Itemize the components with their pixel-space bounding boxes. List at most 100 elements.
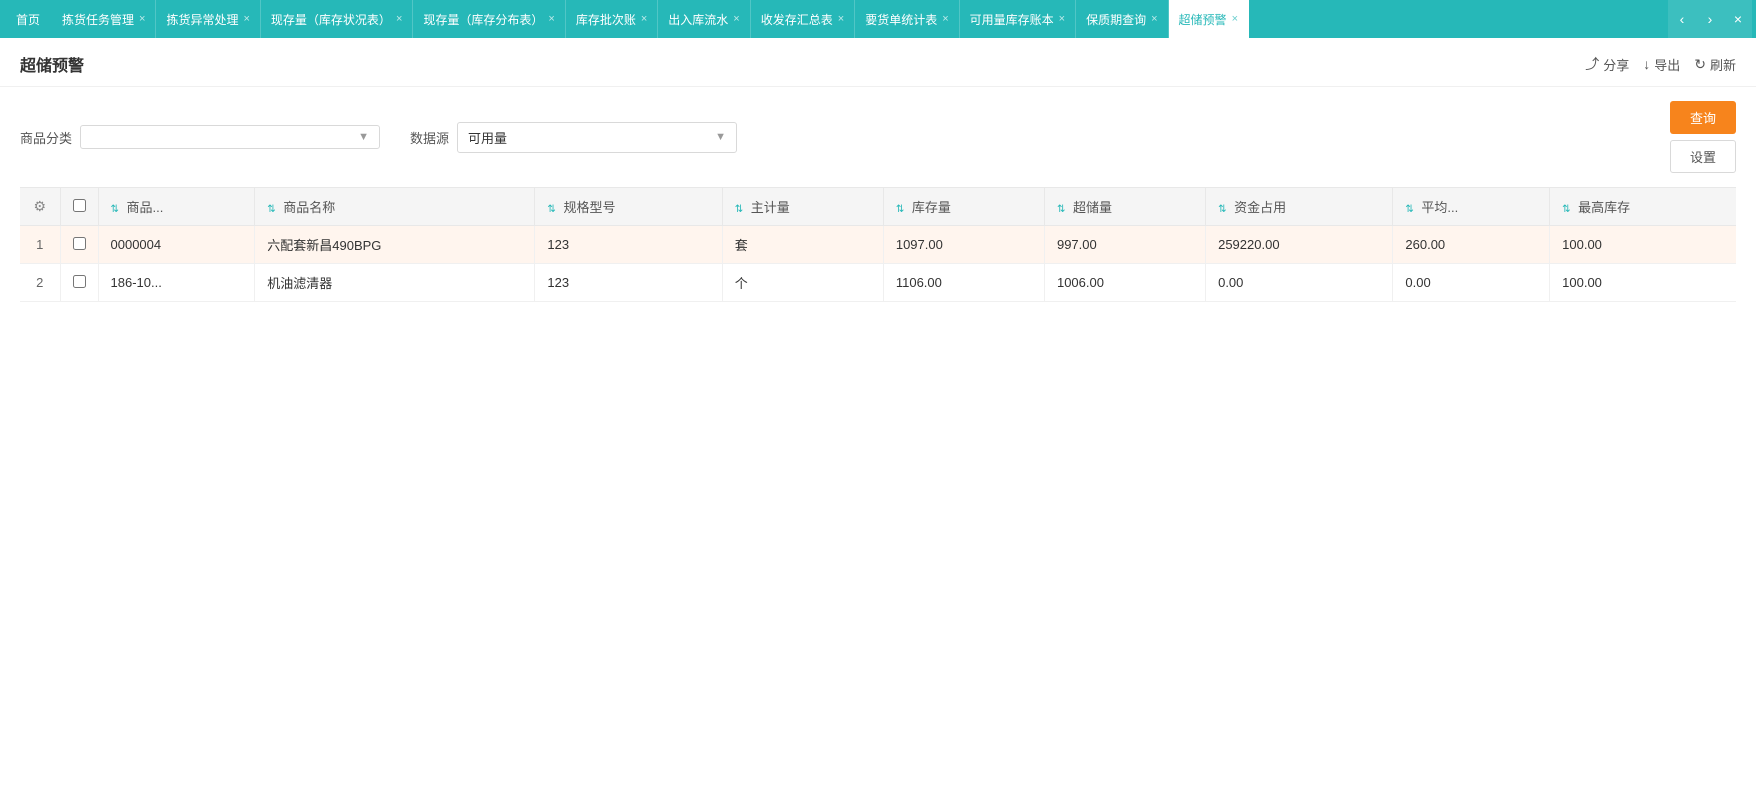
nav-tab-6[interactable]: 出入库流水 × [658,0,750,38]
sort-icon: ⇅ [111,204,119,215]
tab-close-icon[interactable]: × [1151,13,1157,25]
tab-label: 超储预警 [1179,11,1227,28]
tab-close-icon[interactable]: × [243,13,249,25]
th-overstock-label: 超储量 [1073,200,1112,215]
tab-close-icon[interactable]: × [548,13,554,25]
th-overstock[interactable]: ⇅ 超储量 [1044,188,1205,226]
checkbox-cell-1[interactable] [60,226,98,264]
th-product-name[interactable]: ⇅ 商品名称 [255,188,535,226]
share-label: 分享 [1603,55,1629,74]
sort-icon: ⇅ [1405,204,1413,215]
row-checkbox-2[interactable] [73,275,86,288]
datasource-select-value: 可用量 [468,128,507,147]
table-header-row: ⚙ ⇅ 商品... ⇅ 商品名称 ⇅ 规格型号 [20,188,1736,226]
overstock-1: 997.00 [1044,226,1205,264]
th-product-code-label: 商品... [127,200,164,215]
nav-arrow-left[interactable]: ‹ [1668,0,1696,38]
refresh-icon: ↻ [1694,56,1706,73]
th-spec[interactable]: ⇅ 规格型号 [535,188,722,226]
product-name-2: 机油滤清器 [255,264,535,302]
stock-1: 1097.00 [883,226,1044,264]
query-button[interactable]: 查询 [1670,101,1736,134]
nav-tab-7[interactable]: 收发存汇总表 × [751,0,855,38]
sort-icon: ⇅ [547,204,555,215]
th-product-name-label: 商品名称 [283,200,335,215]
category-select[interactable]: ▼ [80,125,380,149]
header-actions: ⤴ 分享 ↓ 导出 ↻ 刷新 [1585,54,1736,74]
th-stock[interactable]: ⇅ 库存量 [883,188,1044,226]
nav-home[interactable]: 首页 [4,0,52,38]
category-filter: 商品分类 ▼ [20,125,380,149]
tab-close-icon[interactable]: × [1059,13,1065,25]
tab-close-icon[interactable]: × [733,13,739,25]
nav-tab-1[interactable]: 拣货任务管理 × [52,0,156,38]
settings-icon[interactable]: ⚙ [33,198,46,214]
avg-price-1: 260.00 [1393,226,1550,264]
row-num-2: 2 [20,264,60,302]
nav-tab-8[interactable]: 要货单统计表 × [855,0,959,38]
table-row: 1 0000004 六配套新昌490BPG 123 套 1097.00 997.… [20,226,1736,264]
unit-1: 套 [722,226,883,264]
th-avg-price[interactable]: ⇅ 平均... [1393,188,1550,226]
th-stock-label: 库存量 [912,200,951,215]
tab-label: 要货单统计表 [865,11,937,28]
share-button[interactable]: ⤴ 分享 [1585,54,1629,74]
refresh-button[interactable]: ↻ 刷新 [1694,55,1736,74]
tab-close-icon[interactable]: × [396,13,402,25]
table-row: 2 186-10... 机油滤清器 123 个 1106.00 1006.00 … [20,264,1736,302]
th-capital[interactable]: ⇅ 资金占用 [1206,188,1393,226]
tab-close-icon[interactable]: × [838,13,844,25]
nav-tab-3[interactable]: 现存量（库存状况表） × [261,0,413,38]
tab-label: 现存量（库存状况表） [271,11,391,28]
th-max-stock[interactable]: ⇅ 最高库存 [1550,188,1736,226]
tab-label: 现存量（库存分布表） [423,11,543,28]
nav-arrow-close[interactable]: × [1724,0,1752,38]
category-filter-label: 商品分类 [20,128,72,147]
nav-tab-4[interactable]: 现存量（库存分布表） × [413,0,565,38]
tab-label: 拣货任务管理 [62,11,134,28]
page-title: 超储预警 [20,52,84,76]
stock-2: 1106.00 [883,264,1044,302]
tab-close-icon[interactable]: × [1232,13,1238,25]
tab-close-icon[interactable]: × [139,13,145,25]
home-label: 首页 [16,11,40,28]
sort-icon: ⇅ [735,204,743,215]
nav-tab-11[interactable]: 超储预警 × [1169,0,1249,38]
th-product-code[interactable]: ⇅ 商品... [98,188,255,226]
export-button[interactable]: ↓ 导出 [1643,55,1680,74]
tab-label: 拣货异常处理 [166,11,238,28]
max-stock-2: 100.00 [1550,264,1736,302]
datasource-filter: 数据源 可用量 ▼ [410,122,737,153]
export-label: 导出 [1654,55,1680,74]
capital-1: 259220.00 [1206,226,1393,264]
data-table: ⚙ ⇅ 商品... ⇅ 商品名称 ⇅ 规格型号 [20,187,1736,302]
tab-close-icon[interactable]: × [942,13,948,25]
tab-close-icon[interactable]: × [641,13,647,25]
spec-1: 123 [535,226,722,264]
export-icon: ↓ [1643,56,1650,72]
select-all-checkbox[interactable] [73,199,86,212]
product-name-1: 六配套新昌490BPG [255,226,535,264]
th-unit[interactable]: ⇅ 主计量 [722,188,883,226]
nav-tab-10[interactable]: 保质期查询 × [1076,0,1168,38]
nav-tab-9[interactable]: 可用量库存账本 × [960,0,1076,38]
set-button[interactable]: 设置 [1670,140,1736,173]
filter-action-buttons: 查询 设置 [1670,101,1736,173]
chevron-down-icon: ▼ [358,131,369,143]
tab-label: 出入库流水 [668,11,728,28]
th-spec-label: 规格型号 [563,200,615,215]
row-num-1: 1 [20,226,60,264]
datasource-select[interactable]: 可用量 ▼ [457,122,737,153]
nav-arrow-right[interactable]: › [1696,0,1724,38]
overstock-2: 1006.00 [1044,264,1205,302]
nav-tab-2[interactable]: 拣货异常处理 × [156,0,260,38]
chevron-down-icon-2: ▼ [715,131,726,143]
unit-2: 个 [722,264,883,302]
th-capital-label: 资金占用 [1234,200,1286,215]
sort-icon: ⇅ [1057,204,1065,215]
row-checkbox-1[interactable] [73,237,86,250]
checkbox-cell-2[interactable] [60,264,98,302]
product-code-2: 186-10... [98,264,255,302]
nav-tab-5[interactable]: 库存批次账 × [566,0,658,38]
sort-icon: ⇅ [1218,204,1226,215]
